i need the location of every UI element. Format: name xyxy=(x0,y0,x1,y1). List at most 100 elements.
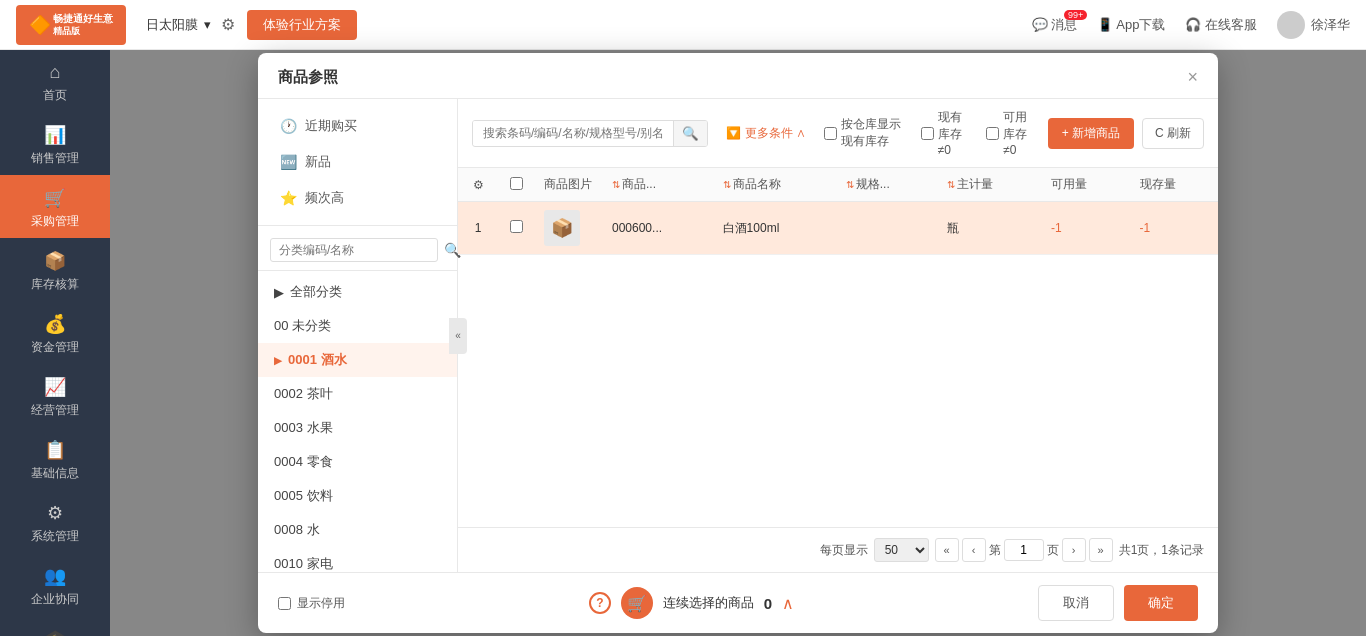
col-settings[interactable]: ⚙ xyxy=(458,168,498,202)
col-code-header[interactable]: ⇅商品... xyxy=(602,168,713,202)
sidebar-item-inventory[interactable]: 📦 库存核算 xyxy=(0,238,110,301)
sidebar-item-purchase[interactable]: 🛒 采购管理 xyxy=(0,175,110,238)
row-spec xyxy=(836,202,937,255)
cart-collapse-button[interactable]: ∧ xyxy=(782,594,794,613)
category-0003[interactable]: 0003 水果 xyxy=(258,411,457,445)
row-stock: -1 xyxy=(1130,202,1218,255)
page-number-input[interactable] xyxy=(1004,539,1044,561)
product-table: ⚙ 商品图片 ⇅商品... xyxy=(458,168,1218,255)
product-search-box: 🔍 xyxy=(472,120,708,147)
user-info[interactable]: 徐泽华 xyxy=(1277,11,1350,39)
checkbox-warehouse-input[interactable] xyxy=(824,127,837,140)
download-icon: 📱 xyxy=(1097,17,1113,32)
main-layout: ⌂ 首页 📊 销售管理 🛒 采购管理 📦 库存核算 💰 资金管理 📈 经营管理 … xyxy=(0,50,1366,636)
sidebar-item-system[interactable]: ⚙ 系统管理 xyxy=(0,490,110,553)
show-disabled-area: 显示停用 xyxy=(278,595,345,612)
app-download-link[interactable]: 📱 App下载 xyxy=(1097,16,1165,34)
sidebar-item-enterprise[interactable]: 👥 企业协同 xyxy=(0,553,110,616)
cancel-button[interactable]: 取消 xyxy=(1038,585,1114,621)
add-product-button[interactable]: + 新增商品 xyxy=(1048,118,1134,149)
col-stock-header: 现存量 xyxy=(1130,168,1218,202)
col-unit-header[interactable]: ⇅主计量 xyxy=(937,168,1041,202)
more-filter-button[interactable]: 🔽 更多条件 ∧ xyxy=(718,121,814,146)
modal-overlay: 商品参照 × 🕐 近期购买 🆕 xyxy=(110,50,1366,636)
divider xyxy=(258,225,457,226)
notification-area[interactable]: 💬 消息 99+ xyxy=(1032,16,1078,34)
purchase-icon: 🛒 xyxy=(44,187,66,209)
sidebar-item-operations[interactable]: 📈 经营管理 xyxy=(0,364,110,427)
col-spec-header[interactable]: ⇅规格... xyxy=(836,168,937,202)
home-icon: ⌂ xyxy=(50,62,61,83)
row-no: 1 xyxy=(458,202,498,255)
sort-icon-name: ⇅ xyxy=(723,179,731,190)
headphone-icon: 🎧 xyxy=(1185,17,1201,32)
category-00[interactable]: 00 未分类 xyxy=(258,309,457,343)
show-disabled-checkbox[interactable] xyxy=(278,597,291,610)
sales-icon: 📊 xyxy=(44,124,66,146)
cat-arrow-icon: ▶ xyxy=(274,355,282,366)
category-0005[interactable]: 0005 饮料 xyxy=(258,479,457,513)
sidebar-item-basic-info[interactable]: 📋 基础信息 xyxy=(0,427,110,490)
help-icon-button[interactable]: ? xyxy=(589,592,611,614)
show-disabled-label: 显示停用 xyxy=(297,595,345,612)
collapse-button[interactable]: « xyxy=(449,318,467,354)
checkbox-stock-input[interactable] xyxy=(921,127,934,140)
modal-close-button[interactable]: × xyxy=(1187,67,1198,88)
sidebar-item-sales[interactable]: 📊 销售管理 xyxy=(0,112,110,175)
category-search-input[interactable] xyxy=(270,238,438,262)
category-0004[interactable]: 0004 零食 xyxy=(258,445,457,479)
topbar-right: 💬 消息 99+ 📱 App下载 🎧 在线客服 徐泽华 xyxy=(1032,11,1350,39)
trial-button[interactable]: 体验行业方案 xyxy=(247,10,357,40)
category-0010[interactable]: 0010 家电 xyxy=(258,547,457,572)
category-all[interactable]: ▶ 全部分类 xyxy=(258,275,457,309)
gear-icon[interactable]: ⚙ xyxy=(221,15,235,34)
cart-count: 0 xyxy=(764,595,772,612)
search-button[interactable]: 🔍 xyxy=(673,121,707,146)
new-icon: 🆕 xyxy=(280,154,297,170)
modal-body: 🕐 近期购买 🆕 新品 ⭐ 频次高 xyxy=(258,99,1218,572)
high-frequency-item[interactable]: ⭐ 频次高 xyxy=(270,181,445,215)
table-row[interactable]: 1 📦 000600... 白酒100ml xyxy=(458,202,1218,255)
cart-label: 连续选择的商品 xyxy=(663,594,754,612)
refresh-button[interactable]: C 刷新 xyxy=(1142,118,1204,149)
checkbox-available-input[interactable] xyxy=(986,127,999,140)
sidebar-item-home[interactable]: ⌂ 首页 xyxy=(0,50,110,112)
online-service-link[interactable]: 🎧 在线客服 xyxy=(1185,16,1257,34)
page-size-select[interactable]: 50 20 100 xyxy=(874,538,929,562)
pagination-bar: 每页显示 50 20 100 « ‹ 第 页 xyxy=(458,527,1218,572)
category-0008[interactable]: 0008 水 xyxy=(258,513,457,547)
search-toolbar: 🔍 🔽 更多条件 ∧ 按仓库显示现有库存 xyxy=(458,99,1218,168)
category-search: 🔍 xyxy=(258,230,457,271)
finance-icon: 💰 xyxy=(44,313,66,335)
prev-page-button[interactable]: ‹ xyxy=(962,538,986,562)
row-checkbox-input[interactable] xyxy=(510,220,523,233)
left-panel: 🕐 近期购买 🆕 新品 ⭐ 频次高 xyxy=(258,99,458,572)
checkbox-current-stock[interactable]: 现有库存≠0 xyxy=(921,109,973,157)
select-all-checkbox[interactable] xyxy=(510,177,523,190)
category-0001[interactable]: ▶ 0001 酒水 xyxy=(258,343,457,377)
footer-center-area: ? 🛒 连续选择的商品 0 ∧ xyxy=(357,587,1026,619)
row-checkbox[interactable] xyxy=(498,202,534,255)
right-panel: 🔍 🔽 更多条件 ∧ 按仓库显示现有库存 xyxy=(458,99,1218,572)
category-list: ▶ 全部分类 00 未分类 ▶ 0001 酒水 0002 茶 xyxy=(258,271,457,572)
last-page-button[interactable]: » xyxy=(1089,538,1113,562)
total-info: 共1页，1条记录 xyxy=(1119,542,1204,559)
first-page-button[interactable]: « xyxy=(935,538,959,562)
new-products-item[interactable]: 🆕 新品 xyxy=(270,145,445,179)
cart-icon-button[interactable]: 🛒 xyxy=(621,587,653,619)
confirm-button[interactable]: 确定 xyxy=(1124,585,1198,621)
recent-buy-item[interactable]: 🕐 近期购买 xyxy=(270,109,445,143)
col-name-header[interactable]: ⇅商品名称 xyxy=(713,168,836,202)
next-page-button[interactable]: › xyxy=(1062,538,1086,562)
sidebar-item-guide[interactable]: 🎓 新手引导 xyxy=(0,616,110,636)
checkbox-available-stock[interactable]: 可用库存≠0 xyxy=(986,109,1038,157)
page-unit-label: 页 xyxy=(1047,542,1059,559)
checkbox-warehouse-stock[interactable]: 按仓库显示现有库存 xyxy=(824,116,906,150)
notification-badge: 99+ xyxy=(1064,10,1087,20)
sidebar-item-finance[interactable]: 💰 资金管理 xyxy=(0,301,110,364)
row-available: -1 xyxy=(1041,202,1129,255)
product-search-input[interactable] xyxy=(473,121,673,145)
category-0002[interactable]: 0002 茶叶 xyxy=(258,377,457,411)
sort-icon-unit: ⇅ xyxy=(947,179,955,190)
company-selector[interactable]: 日太阳膜 ▾ xyxy=(146,16,211,34)
